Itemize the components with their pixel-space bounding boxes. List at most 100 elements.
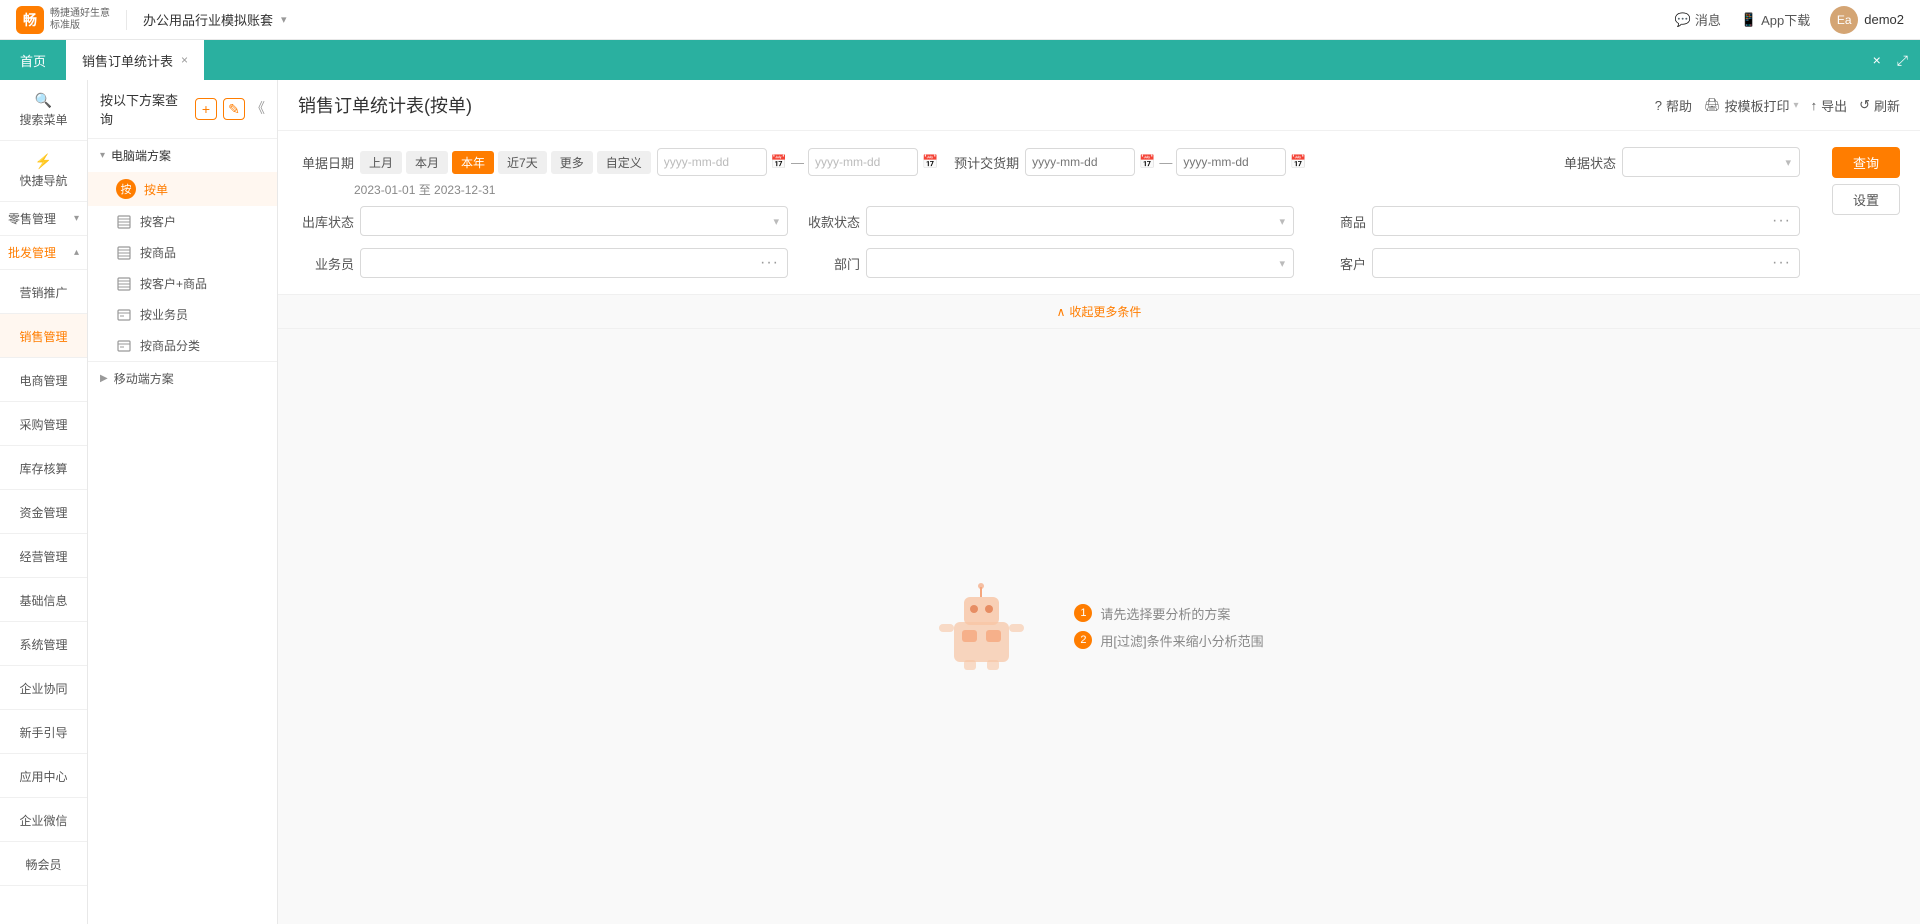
message-icon: 💬 bbox=[1675, 12, 1691, 28]
sidebar-item-sales[interactable]: 销售管理 bbox=[0, 314, 87, 358]
delivery-start-input[interactable] bbox=[1025, 148, 1135, 176]
scheme-item-by-customer[interactable]: 按客户 bbox=[88, 206, 277, 237]
payment-status-arrow: ▾ bbox=[1279, 215, 1285, 228]
tip-text-1: 请先选择要分析的方案 bbox=[1100, 604, 1230, 623]
scheme-edit-button[interactable]: ✎ bbox=[223, 98, 245, 120]
sidebar-item-operations[interactable]: 经营管理 bbox=[0, 534, 87, 578]
calendar-start-icon[interactable]: 📅 bbox=[771, 154, 787, 170]
customer-input[interactable]: ··· bbox=[1372, 248, 1800, 278]
last-7days-btn[interactable]: 近7天 bbox=[498, 151, 547, 174]
sidebar-item-member[interactable]: 畅会员 bbox=[0, 842, 87, 886]
bill-status-group: 单据状态 ▾ bbox=[1560, 147, 1800, 177]
sidebar-item-appcenter[interactable]: 应用中心 bbox=[0, 754, 87, 798]
filter-form: 单据日期 上月 本月 本年 近7天 更多 自定义 � bbox=[278, 131, 1920, 295]
sidebar-item-newbie[interactable]: 新手引导 bbox=[0, 710, 87, 754]
sidebar-item-marketing[interactable]: 营销推广 bbox=[0, 270, 87, 314]
member-label: 畅会员 bbox=[8, 856, 79, 873]
sidebar-item-wholesale[interactable]: 批发管理 ▴ bbox=[0, 236, 87, 270]
export-button[interactable]: ↑ 导出 bbox=[1811, 96, 1848, 115]
system-label: 系统管理 bbox=[8, 636, 79, 653]
ship-status-select[interactable]: ▾ bbox=[360, 206, 788, 236]
salesperson-input[interactable]: ··· bbox=[360, 248, 788, 278]
user-name: demo2 bbox=[1864, 12, 1904, 27]
scheme-item-by-goods[interactable]: 按商品 bbox=[88, 237, 277, 268]
sidebar-item-ecommerce[interactable]: 电商管理 bbox=[0, 358, 87, 402]
message-action[interactable]: 💬 消息 bbox=[1675, 10, 1721, 29]
sidebar-item-inventory[interactable]: 库存核算 bbox=[0, 446, 87, 490]
scheme-add-button[interactable]: + bbox=[195, 98, 217, 120]
salesperson-dots[interactable]: ··· bbox=[760, 254, 779, 272]
purchase-label: 采购管理 bbox=[8, 416, 79, 433]
delivery-cal-end-icon[interactable]: 📅 bbox=[1290, 154, 1306, 170]
this-month-btn[interactable]: 本月 bbox=[406, 151, 448, 174]
this-year-btn[interactable]: 本年 bbox=[452, 151, 494, 174]
search-icon: 🔍 bbox=[8, 92, 79, 109]
user-area[interactable]: Ea demo2 bbox=[1830, 6, 1904, 34]
sidebar-item-system[interactable]: 系统管理 bbox=[0, 622, 87, 666]
sidebar-item-enterprise[interactable]: 企业协同 bbox=[0, 666, 87, 710]
scheme-item-by-customer-goods[interactable]: 按客户+商品 bbox=[88, 268, 277, 299]
last-month-btn[interactable]: 上月 bbox=[360, 151, 402, 174]
date-range-group: 📅 — 📅 bbox=[657, 148, 938, 176]
scheme-salesperson-icon bbox=[116, 307, 132, 323]
sidebar-item-finance[interactable]: 资金管理 bbox=[0, 490, 87, 534]
tab-home[interactable]: 首页 bbox=[0, 40, 66, 80]
search-button[interactable]: 查询 bbox=[1832, 147, 1900, 178]
sidebar-search[interactable]: 🔍 搜索菜单 bbox=[0, 80, 87, 141]
scheme-header-icons: + ✎ 《 bbox=[195, 98, 265, 120]
sidebar-item-basic[interactable]: 基础信息 bbox=[0, 578, 87, 622]
tab-close-icon[interactable]: × bbox=[181, 53, 188, 67]
help-icon: ? bbox=[1655, 98, 1662, 113]
sidebar-item-weixin[interactable]: 企业微信 bbox=[0, 798, 87, 842]
collapse-bar[interactable]: ∧ 收起更多条件 bbox=[278, 295, 1920, 329]
pc-category-arrow: ▾ bbox=[100, 150, 105, 161]
sidebar-item-retail[interactable]: 零售管理 ▾ bbox=[0, 202, 87, 236]
scheme-category-pc[interactable]: ▾ 电脑端方案 bbox=[88, 139, 277, 172]
scheme-mobile-section[interactable]: ▶ 移动端方案 bbox=[88, 361, 277, 395]
app-title[interactable]: 办公用品行业模拟账套 bbox=[143, 10, 273, 29]
close-window-icon[interactable]: × bbox=[1869, 48, 1885, 72]
goods-dots[interactable]: ··· bbox=[1772, 212, 1791, 230]
more-btn[interactable]: 更多 bbox=[551, 151, 593, 174]
download-action[interactable]: 📱 App下载 bbox=[1741, 10, 1810, 29]
marketing-label: 营销推广 bbox=[8, 284, 79, 301]
delivery-end-input[interactable] bbox=[1176, 148, 1286, 176]
appcenter-label: 应用中心 bbox=[8, 768, 79, 785]
scheme-item-by-order[interactable]: 按 按单 bbox=[88, 172, 277, 206]
mobile-arrow: ▶ bbox=[100, 373, 108, 384]
delivery-cal-start-icon[interactable]: 📅 bbox=[1139, 154, 1155, 170]
refresh-button[interactable]: ↺ 刷新 bbox=[1859, 96, 1900, 115]
bill-status-arrow: ▾ bbox=[1785, 156, 1791, 169]
department-arrow: ▾ bbox=[1279, 257, 1285, 270]
goods-group: 商品 ··· bbox=[1310, 206, 1800, 236]
calendar-end-icon[interactable]: 📅 bbox=[922, 154, 938, 170]
help-label: 帮助 bbox=[1666, 96, 1692, 115]
operations-label: 经营管理 bbox=[8, 548, 79, 565]
tab-active[interactable]: 销售订单统计表 × bbox=[66, 40, 204, 80]
payment-status-select[interactable]: ▾ bbox=[866, 206, 1294, 236]
mobile-label: 移动端方案 bbox=[114, 370, 174, 387]
goods-input[interactable]: ··· bbox=[1372, 206, 1800, 236]
settings-button[interactable]: 设置 bbox=[1832, 184, 1900, 215]
title-dropdown-icon[interactable]: ▾ bbox=[281, 13, 287, 26]
scheme-item-by-category[interactable]: 按商品分类 bbox=[88, 330, 277, 361]
payment-status-group: 收款状态 ▾ bbox=[804, 206, 1294, 236]
scheme-customer-icon bbox=[116, 214, 132, 230]
export-icon: ↑ bbox=[1811, 98, 1818, 113]
empty-content: 1 请先选择要分析的方案 2 用[过滤]条件来缩小分析范围 bbox=[934, 582, 1263, 672]
tip-text-2: 用[过滤]条件来缩小分析范围 bbox=[1100, 631, 1263, 650]
date-start-input[interactable] bbox=[657, 148, 767, 176]
maximize-icon[interactable]: ⤢ bbox=[1893, 48, 1912, 73]
scheme-item-by-salesperson[interactable]: 按业务员 bbox=[88, 299, 277, 330]
scheme-collapse-button[interactable]: 《 bbox=[251, 98, 265, 120]
customer-dots[interactable]: ··· bbox=[1772, 254, 1791, 272]
custom-btn[interactable]: 自定义 bbox=[597, 151, 651, 174]
date-end-input[interactable] bbox=[808, 148, 918, 176]
department-select[interactable]: ▾ bbox=[866, 248, 1294, 278]
tab-bar: 首页 销售订单统计表 × × ⤢ bbox=[0, 40, 1920, 80]
template-print-button[interactable]: 🖨 按模板打印 ▾ bbox=[1704, 96, 1799, 115]
bill-status-select[interactable]: ▾ bbox=[1622, 147, 1800, 177]
sidebar-quicknav[interactable]: ⚡ 快捷导航 bbox=[0, 141, 87, 202]
help-button[interactable]: ? 帮助 bbox=[1655, 96, 1692, 115]
sidebar-item-purchase[interactable]: 采购管理 bbox=[0, 402, 87, 446]
